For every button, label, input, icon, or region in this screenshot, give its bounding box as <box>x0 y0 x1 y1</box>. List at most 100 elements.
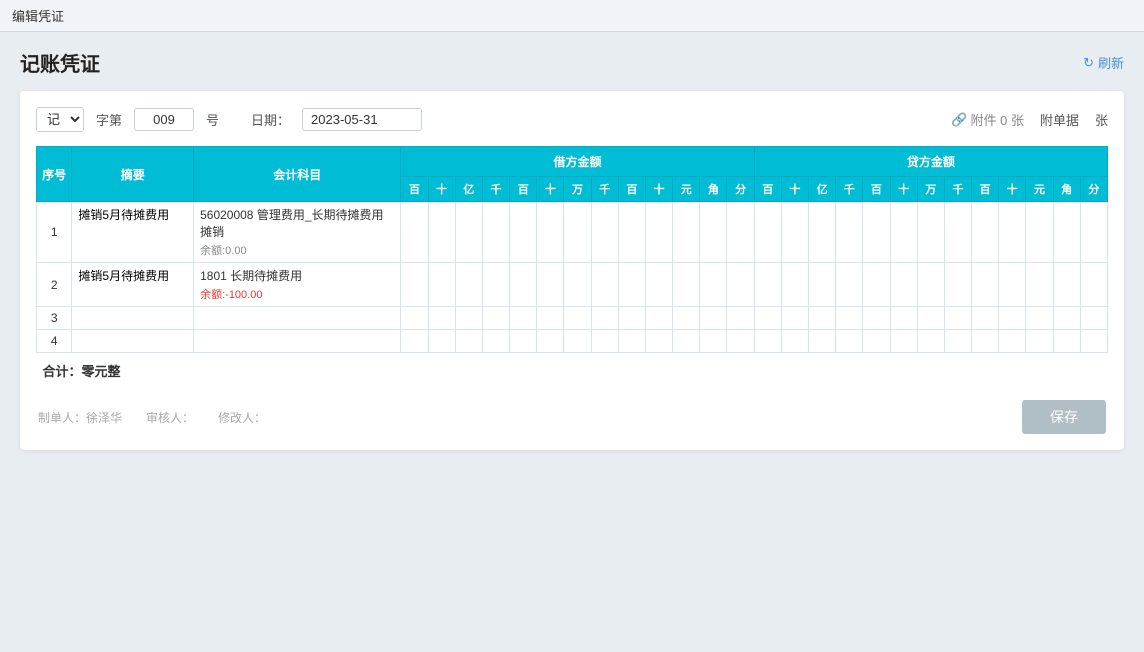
debit-cell-3-0[interactable] <box>401 330 428 353</box>
credit-cell-0-1[interactable] <box>781 202 808 263</box>
credit-cell-1-4[interactable] <box>863 263 890 307</box>
attach-doc-button[interactable]: 附单据 <box>1040 110 1079 129</box>
voucher-type-select[interactable]: 记 <box>36 107 84 132</box>
account-cell-1[interactable]: 1801 长期待摊费用余额:-100.00 <box>194 263 401 307</box>
debit-cell-3-5[interactable] <box>537 330 564 353</box>
credit-cell-2-3[interactable] <box>836 307 863 330</box>
credit-cell-2-10[interactable] <box>1026 307 1053 330</box>
debit-cell-0-0[interactable] <box>401 202 428 263</box>
credit-cell-0-11[interactable] <box>1053 202 1080 263</box>
credit-cell-0-12[interactable] <box>1080 202 1107 263</box>
debit-cell-2-6[interactable] <box>564 307 591 330</box>
debit-cell-2-4[interactable] <box>510 307 537 330</box>
debit-cell-2-8[interactable] <box>618 307 645 330</box>
credit-cell-1-3[interactable] <box>836 263 863 307</box>
debit-cell-2-0[interactable] <box>401 307 428 330</box>
credit-cell-3-9[interactable] <box>999 330 1026 353</box>
summary-cell-0[interactable]: 摊销5月待摊费用 <box>72 202 194 263</box>
credit-cell-2-9[interactable] <box>999 307 1026 330</box>
debit-cell-1-12[interactable] <box>727 263 754 307</box>
debit-cell-3-12[interactable] <box>727 330 754 353</box>
debit-cell-2-7[interactable] <box>591 307 618 330</box>
credit-cell-1-10[interactable] <box>1026 263 1053 307</box>
debit-cell-3-10[interactable] <box>673 330 700 353</box>
refresh-button[interactable]: ↻ 刷新 <box>1083 53 1124 72</box>
debit-cell-3-11[interactable] <box>700 330 727 353</box>
credit-cell-2-11[interactable] <box>1053 307 1080 330</box>
credit-cell-1-12[interactable] <box>1080 263 1107 307</box>
account-cell-3[interactable] <box>194 330 401 353</box>
debit-cell-1-7[interactable] <box>591 263 618 307</box>
summary-cell-1[interactable]: 摊销5月待摊费用 <box>72 263 194 307</box>
credit-cell-0-7[interactable] <box>944 202 971 263</box>
credit-cell-2-4[interactable] <box>863 307 890 330</box>
credit-cell-0-6[interactable] <box>917 202 944 263</box>
debit-cell-0-7[interactable] <box>591 202 618 263</box>
credit-cell-1-2[interactable] <box>809 263 836 307</box>
debit-cell-3-6[interactable] <box>564 330 591 353</box>
debit-cell-2-5[interactable] <box>537 307 564 330</box>
debit-cell-0-5[interactable] <box>537 202 564 263</box>
debit-cell-2-1[interactable] <box>428 307 455 330</box>
credit-cell-0-0[interactable] <box>754 202 781 263</box>
credit-cell-0-2[interactable] <box>809 202 836 263</box>
credit-cell-3-5[interactable] <box>890 330 917 353</box>
debit-cell-1-4[interactable] <box>510 263 537 307</box>
debit-cell-0-1[interactable] <box>428 202 455 263</box>
debit-cell-0-9[interactable] <box>645 202 672 263</box>
debit-cell-3-8[interactable] <box>618 330 645 353</box>
debit-cell-1-11[interactable] <box>700 263 727 307</box>
debit-cell-0-11[interactable] <box>700 202 727 263</box>
debit-cell-1-6[interactable] <box>564 263 591 307</box>
debit-cell-0-10[interactable] <box>673 202 700 263</box>
account-cell-0[interactable]: 56020008 管理费用_长期待摊费用摊销余额:0.00 <box>194 202 401 263</box>
debit-cell-1-1[interactable] <box>428 263 455 307</box>
debit-cell-1-10[interactable] <box>673 263 700 307</box>
credit-cell-2-5[interactable] <box>890 307 917 330</box>
credit-cell-1-6[interactable] <box>917 263 944 307</box>
debit-cell-2-10[interactable] <box>673 307 700 330</box>
debit-cell-3-2[interactable] <box>455 330 482 353</box>
credit-cell-3-7[interactable] <box>944 330 971 353</box>
debit-cell-1-2[interactable] <box>455 263 482 307</box>
debit-cell-0-2[interactable] <box>455 202 482 263</box>
debit-cell-0-3[interactable] <box>482 202 509 263</box>
debit-cell-0-6[interactable] <box>564 202 591 263</box>
debit-cell-3-4[interactable] <box>510 330 537 353</box>
credit-cell-2-8[interactable] <box>972 307 999 330</box>
credit-cell-1-11[interactable] <box>1053 263 1080 307</box>
credit-cell-2-0[interactable] <box>754 307 781 330</box>
debit-cell-2-12[interactable] <box>727 307 754 330</box>
credit-cell-0-9[interactable] <box>999 202 1026 263</box>
credit-cell-1-1[interactable] <box>781 263 808 307</box>
credit-cell-1-7[interactable] <box>944 263 971 307</box>
debit-cell-2-3[interactable] <box>482 307 509 330</box>
credit-cell-1-9[interactable] <box>999 263 1026 307</box>
debit-cell-0-12[interactable] <box>727 202 754 263</box>
debit-cell-1-0[interactable] <box>401 263 428 307</box>
credit-cell-0-4[interactable] <box>863 202 890 263</box>
credit-cell-3-6[interactable] <box>917 330 944 353</box>
credit-cell-0-8[interactable] <box>972 202 999 263</box>
credit-cell-3-11[interactable] <box>1053 330 1080 353</box>
credit-cell-2-6[interactable] <box>917 307 944 330</box>
credit-cell-3-3[interactable] <box>836 330 863 353</box>
debit-cell-3-7[interactable] <box>591 330 618 353</box>
credit-cell-3-0[interactable] <box>754 330 781 353</box>
debit-cell-1-3[interactable] <box>482 263 509 307</box>
credit-cell-3-2[interactable] <box>809 330 836 353</box>
credit-cell-3-12[interactable] <box>1080 330 1107 353</box>
summary-cell-2[interactable] <box>72 307 194 330</box>
credit-cell-3-10[interactable] <box>1026 330 1053 353</box>
credit-cell-2-12[interactable] <box>1080 307 1107 330</box>
debit-cell-0-8[interactable] <box>618 202 645 263</box>
debit-cell-0-4[interactable] <box>510 202 537 263</box>
credit-cell-3-8[interactable] <box>972 330 999 353</box>
summary-cell-3[interactable] <box>72 330 194 353</box>
debit-cell-3-1[interactable] <box>428 330 455 353</box>
credit-cell-2-1[interactable] <box>781 307 808 330</box>
credit-cell-1-8[interactable] <box>972 263 999 307</box>
credit-cell-3-4[interactable] <box>863 330 890 353</box>
credit-cell-0-5[interactable] <box>890 202 917 263</box>
debit-cell-1-8[interactable] <box>618 263 645 307</box>
